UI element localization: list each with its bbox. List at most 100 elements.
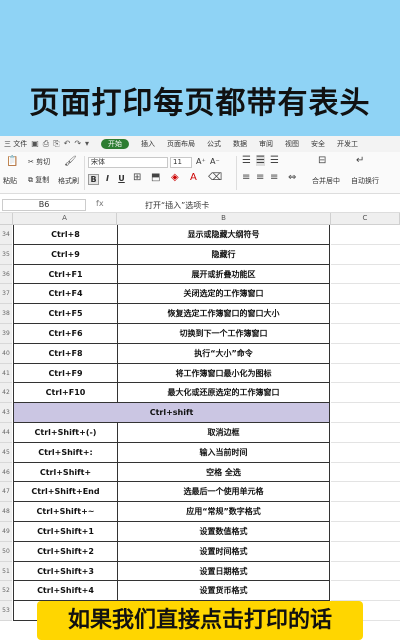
shortcut-cell[interactable]: Ctrl+Shift+(-) <box>13 423 117 443</box>
bold-button[interactable]: B <box>88 174 99 185</box>
row-number[interactable]: 41 <box>0 363 12 384</box>
dropdown-icon[interactable]: ▾ <box>85 139 89 149</box>
row-number[interactable]: 38 <box>0 304 12 324</box>
row-number[interactable]: 47 <box>0 482 12 503</box>
column-header-b[interactable]: B <box>117 213 331 225</box>
name-box[interactable]: B6 <box>2 199 86 211</box>
merge-center-icon[interactable]: ⊟ <box>318 155 326 166</box>
row-number[interactable]: 50 <box>0 541 12 562</box>
font-name-select[interactable]: 宋体 <box>88 157 168 168</box>
empty-cell[interactable] <box>331 522 400 542</box>
row-number[interactable]: 43 <box>0 403 12 423</box>
row-number[interactable]: 40 <box>0 343 12 364</box>
align-left-icon[interactable]: ≡ <box>242 172 250 183</box>
description-cell[interactable]: 选最后一个使用单元格 <box>117 482 330 503</box>
description-cell[interactable]: 将工作簿窗口最小化为图标 <box>117 363 330 384</box>
empty-cell[interactable] <box>331 225 400 245</box>
redo-icon[interactable]: ↷ <box>74 139 81 149</box>
description-cell[interactable]: 最大化或还原选定的工作簿窗口 <box>117 383 330 404</box>
shortcut-cell[interactable]: Ctrl+F8 <box>13 343 117 364</box>
empty-cell[interactable] <box>331 542 400 562</box>
format-painter-button[interactable]: 格式刷 <box>58 176 79 186</box>
row-number[interactable]: 34 <box>0 225 12 245</box>
row-number[interactable]: 44 <box>0 423 12 443</box>
formula-input[interactable]: 打开“插入”选项卡 <box>145 200 209 211</box>
format-painter-icon[interactable]: 🖌 <box>64 156 77 167</box>
tab-7[interactable]: 安全 <box>311 140 325 148</box>
empty-cell[interactable] <box>331 581 400 602</box>
description-cell[interactable]: 显示或隐藏大纲符号 <box>117 225 330 245</box>
empty-cell[interactable] <box>331 324 400 344</box>
tab-0[interactable]: 开始 <box>101 139 130 149</box>
empty-cell[interactable] <box>331 482 400 503</box>
paste-button[interactable]: 粘贴 <box>3 176 17 186</box>
empty-cell[interactable] <box>331 284 400 305</box>
grow-font-button[interactable]: A⁺ <box>196 157 206 166</box>
shortcut-cell[interactable]: Ctrl+F9 <box>13 363 117 384</box>
shortcut-cell[interactable]: Ctrl+Shift+End <box>13 482 117 503</box>
row-number[interactable]: 39 <box>0 324 12 344</box>
fill-color-icon[interactable]: ⬒ <box>151 172 160 183</box>
fill-bucket-icon[interactable]: ◈ <box>171 172 179 183</box>
empty-cell[interactable] <box>331 364 400 384</box>
tab-6[interactable]: 视图 <box>285 140 299 148</box>
tab-5[interactable]: 审阅 <box>259 140 273 148</box>
tab-8[interactable]: 开发工 <box>337 140 358 148</box>
shortcut-cell[interactable]: Ctrl+F4 <box>13 284 117 305</box>
distribute-icon[interactable]: ⇔ <box>288 172 296 183</box>
print-icon[interactable]: ⎘ <box>53 139 59 149</box>
empty-cell[interactable] <box>331 562 400 582</box>
shortcut-cell[interactable]: Ctrl+8 <box>13 225 117 245</box>
copy-button[interactable]: ⧉ 复制 <box>28 175 49 185</box>
tab-1[interactable]: 插入 <box>141 140 155 148</box>
column-header-a[interactable]: A <box>13 213 117 225</box>
description-cell[interactable]: 恢复选定工作簿窗口的窗口大小 <box>117 304 330 324</box>
shortcut-cell[interactable]: Ctrl+Shift+2 <box>13 541 117 562</box>
shortcut-cell[interactable]: Ctrl+F5 <box>13 304 117 324</box>
description-cell[interactable]: 设置数值格式 <box>117 522 330 542</box>
empty-cell[interactable] <box>331 265 400 285</box>
section-header-cell[interactable]: Ctrl+shift <box>13 403 330 423</box>
italic-button[interactable]: I <box>102 174 113 185</box>
row-number[interactable]: 36 <box>0 264 12 285</box>
empty-cell[interactable] <box>331 383 400 404</box>
description-cell[interactable]: 隐藏行 <box>117 244 330 265</box>
empty-cell[interactable] <box>331 245 400 265</box>
empty-cell[interactable] <box>331 463 400 483</box>
shortcut-cell[interactable]: Ctrl+Shift+3 <box>13 561 117 582</box>
border-icon[interactable]: ⊞ <box>133 172 141 183</box>
shortcut-cell[interactable]: Ctrl+Shift+ <box>13 462 117 483</box>
description-cell[interactable]: 切换到下一个工作簿窗口 <box>117 324 330 344</box>
row-number[interactable]: 35 <box>0 244 12 265</box>
description-cell[interactable]: 执行“大小”命令 <box>117 343 330 364</box>
description-cell[interactable]: 应用“常规”数字格式 <box>117 502 330 522</box>
row-number[interactable]: 52 <box>0 581 12 602</box>
align-bottom-icon[interactable]: ☰ <box>270 155 279 166</box>
tab-4[interactable]: 数据 <box>233 140 247 148</box>
shortcut-cell[interactable]: Ctrl+Shift+4 <box>13 581 117 602</box>
empty-cell[interactable] <box>331 304 400 324</box>
export-icon[interactable]: ⎙ <box>43 139 49 149</box>
row-number[interactable]: 53 <box>0 601 12 621</box>
shortcut-cell[interactable]: Ctrl+F10 <box>13 383 117 404</box>
row-number[interactable]: 37 <box>0 284 12 305</box>
description-cell[interactable]: 空格 全选 <box>117 462 330 483</box>
shrink-font-button[interactable]: A⁻ <box>210 157 220 166</box>
align-right-icon[interactable]: ≡ <box>270 172 278 183</box>
align-middle-icon[interactable]: ☰ <box>256 155 265 166</box>
tab-3[interactable]: 公式 <box>207 140 221 148</box>
wrap-text-icon[interactable]: ↵ <box>356 155 364 166</box>
merge-center-button[interactable]: 合并居中 <box>312 176 340 186</box>
cut-button[interactable]: ✂ 剪切 <box>28 157 50 167</box>
column-header-c[interactable]: C <box>331 213 400 225</box>
font-color-icon[interactable]: A <box>190 172 197 183</box>
row-number[interactable]: 42 <box>0 383 12 404</box>
shortcut-cell[interactable]: Ctrl+Shift+1 <box>13 522 117 542</box>
tab-2[interactable]: 页面布局 <box>167 140 195 148</box>
file-menu[interactable]: 三 文件 <box>4 139 27 149</box>
description-cell[interactable]: 设置日期格式 <box>117 561 330 582</box>
paste-icon[interactable]: 📋 <box>6 156 18 167</box>
corner-select-all[interactable] <box>0 213 13 225</box>
shortcut-cell[interactable]: Ctrl+Shift+~ <box>13 502 117 522</box>
wrap-text-button[interactable]: 自动换行 <box>351 176 379 186</box>
